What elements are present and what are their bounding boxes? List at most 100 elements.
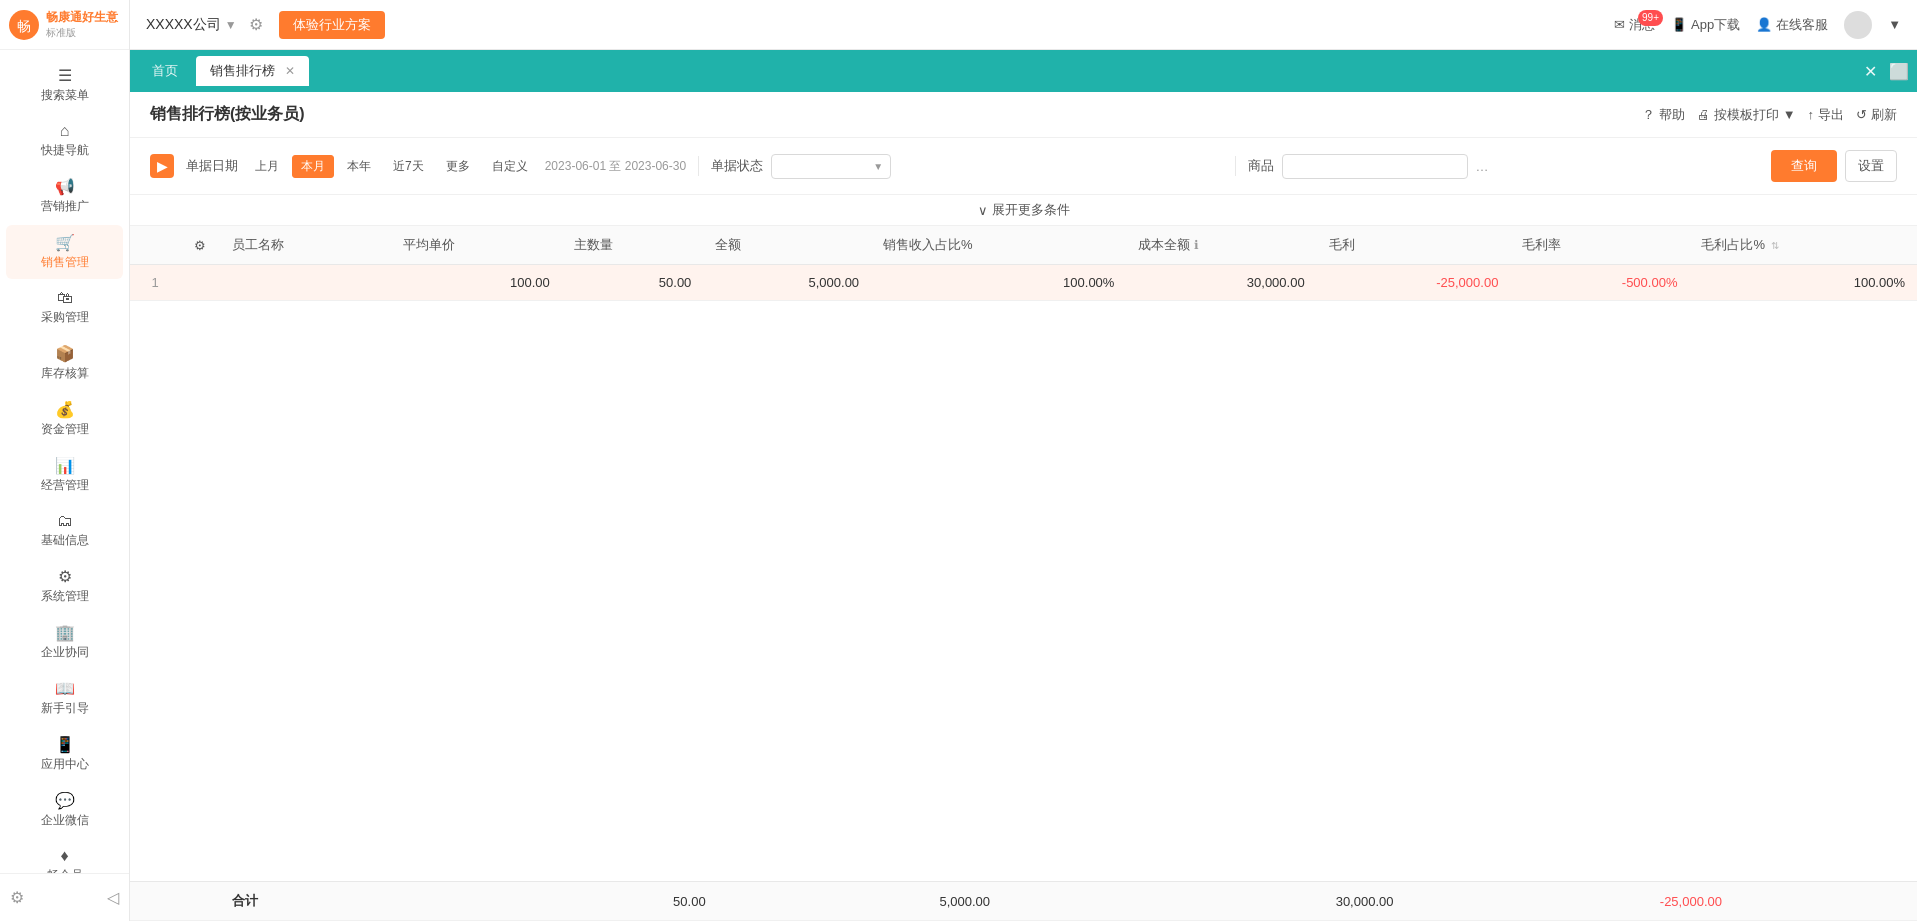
th-cost: 成本全额 ℹ: [1126, 226, 1316, 265]
sidebar-collapse-button[interactable]: ◁: [103, 884, 123, 911]
svg-text:畅: 畅: [17, 19, 31, 34]
guide-icon: 📖: [55, 679, 75, 698]
sidebar-item-enterprise[interactable]: 🏢 企业协同: [6, 615, 123, 669]
member-icon: ♦: [60, 847, 68, 865]
tab-expand-icon[interactable]: ⬜: [1889, 62, 1909, 81]
logo-main-text: 畅康通好生意: [46, 9, 118, 26]
goods-input[interactable]: [1282, 154, 1468, 179]
query-button[interactable]: 查询: [1771, 150, 1837, 182]
sidebar-item-finance[interactable]: 💰 资金管理: [6, 392, 123, 446]
basic-info-icon: 🗂: [57, 512, 73, 530]
company-dropdown-arrow: ▼: [225, 18, 237, 32]
gross-pct-sort-icon[interactable]: ⇅: [1771, 240, 1779, 251]
footer-row: 合计 50.00 5,000.00 30,000.00 -25,000.00: [130, 882, 1917, 921]
table-header-row: ⚙ 员工名称 平均单价 主数量 全额 销售收入占比% 成本全额 ℹ 毛利 毛利率…: [130, 226, 1917, 265]
tab-home[interactable]: 首页: [138, 56, 192, 86]
export-button[interactable]: ↑ 导出: [1808, 106, 1845, 124]
sidebar-bottom: ⚙ ◁: [0, 873, 129, 921]
online-service-button[interactable]: 👤 在线客服: [1756, 16, 1828, 34]
user-menu[interactable]: ▼: [1888, 17, 1901, 32]
date-custom-button[interactable]: 自定义: [483, 155, 537, 178]
expand-more-button[interactable]: ∨ 展开更多条件: [978, 201, 1070, 219]
refresh-button[interactable]: ↺ 刷新: [1856, 106, 1897, 124]
online-service-label: 在线客服: [1776, 16, 1828, 34]
date-this-month-button[interactable]: 本月: [292, 155, 334, 178]
main: XXXXX公司 ▼ ⚙ 体验行业方案 ✉ 消息 99+ 📱 App下载 👤 在线…: [130, 0, 1917, 921]
sidebar-item-marketing[interactable]: 📢 营销推广: [6, 169, 123, 223]
app-download-button[interactable]: 📱 App下载: [1671, 16, 1740, 34]
goods-filter-label: 商品: [1248, 157, 1274, 175]
th-amount: 全额: [703, 226, 871, 265]
print-dropdown-arrow: ▼: [1783, 107, 1796, 122]
sidebar-item-label: 企业微信: [41, 812, 89, 829]
sidebar-item-label: 系统管理: [41, 588, 89, 605]
help-icon: ？: [1642, 106, 1655, 124]
date-filter-group: 单据日期 上月 本月 本年 近7天 更多 自定义 2023-06-01 至 20…: [186, 155, 686, 178]
cost-help-icon[interactable]: ℹ: [1194, 238, 1199, 252]
sidebar-item-system[interactable]: ⚙ 系统管理: [6, 559, 123, 613]
th-rank: [130, 226, 180, 265]
footer-qty: 50.00: [502, 882, 718, 921]
sidebar-item-search[interactable]: ☰ 搜索菜单: [6, 58, 123, 112]
filter-collapse-button[interactable]: ▶: [150, 154, 174, 178]
sidebar-item-sales[interactable]: 🛒 销售管理: [6, 225, 123, 279]
td-qty: 50.00: [562, 265, 704, 301]
footer-gross-pct: [1825, 882, 1917, 921]
company-selector[interactable]: XXXXX公司 ▼: [146, 16, 237, 34]
goods-filter-group: 商品 …: [1248, 154, 1759, 179]
footer-avg-price: [411, 882, 502, 921]
sidebar-item-inventory[interactable]: 📦 库存核算: [6, 336, 123, 390]
operations-icon: 📊: [55, 456, 75, 475]
sidebar-item-guide[interactable]: 📖 新手引导: [6, 671, 123, 725]
date-range-display: 2023-06-01 至 2023-06-30: [545, 158, 686, 175]
date-filter-buttons: 上月 本月 本年 近7天 更多 自定义: [246, 155, 537, 178]
logo-icon: 畅: [8, 9, 40, 41]
inner-page: 销售排行榜(按业务员) ？ 帮助 🖨 按模板打印 ▼ ↑ 导出: [130, 92, 1917, 921]
sidebar-item-label: 营销推广: [41, 198, 89, 215]
sidebar-item-label: 搜索菜单: [41, 87, 89, 104]
footer-empty-1: [130, 882, 180, 921]
tab-sales-rank[interactable]: 销售排行榜 ✕: [196, 56, 309, 86]
header-settings-icon[interactable]: ⚙: [249, 15, 263, 34]
sidebar-item-member[interactable]: ♦ 畅会员: [6, 839, 123, 873]
help-button[interactable]: ？ 帮助: [1642, 106, 1685, 124]
footer-sales-pct: [1002, 882, 1093, 921]
date-more-button[interactable]: 更多: [437, 155, 479, 178]
sidebar-item-label: 基础信息: [41, 532, 89, 549]
date-this-year-button[interactable]: 本年: [338, 155, 380, 178]
footer-label: 合计: [220, 882, 411, 921]
footer-amount: 5,000.00: [718, 882, 1002, 921]
page-title-bar: 销售排行榜(按业务员) ？ 帮助 🖨 按模板打印 ▼ ↑ 导出: [130, 92, 1917, 138]
sidebar-item-app-center[interactable]: 📱 应用中心: [6, 727, 123, 781]
date-last-7days-button[interactable]: 近7天: [384, 155, 433, 178]
sidebar-item-wechat[interactable]: 💬 企业微信: [6, 783, 123, 837]
page-actions: ？ 帮助 🖨 按模板打印 ▼ ↑ 导出 ↺ 刷新: [1642, 106, 1897, 124]
td-rank: 1: [130, 265, 180, 301]
notification-button[interactable]: ✉ 消息 99+: [1614, 16, 1655, 34]
page-content: 销售排行榜(按业务员) ？ 帮助 🖨 按模板打印 ▼ ↑ 导出: [130, 92, 1917, 921]
avatar[interactable]: [1844, 11, 1872, 39]
tab-close-all-icon[interactable]: ✕: [1864, 62, 1877, 81]
sidebar-item-purchase[interactable]: 🛍 采购管理: [6, 281, 123, 334]
tab-close-icon[interactable]: ✕: [285, 64, 295, 78]
trial-button[interactable]: 体验行业方案: [279, 11, 385, 39]
sidebar-settings-button[interactable]: ⚙: [6, 884, 28, 911]
top-header-right: ✉ 消息 99+ 📱 App下载 👤 在线客服 ▼: [1614, 11, 1901, 39]
sidebar-logo: 畅 畅康通好生意 标准版: [0, 0, 129, 50]
td-amount: 5,000.00: [703, 265, 871, 301]
sidebar-item-label: 快捷导航: [41, 142, 89, 159]
sidebar-item-quick-nav[interactable]: ⌂ 快捷导航: [6, 114, 123, 167]
th-gear[interactable]: ⚙: [180, 226, 220, 265]
filter-settings-button[interactable]: 设置: [1845, 150, 1897, 182]
sidebar-item-basic-info[interactable]: 🗂 基础信息: [6, 504, 123, 557]
print-button[interactable]: 🖨 按模板打印 ▼: [1697, 106, 1796, 124]
status-select[interactable]: [771, 154, 891, 179]
goods-filter-more[interactable]: …: [1476, 159, 1489, 174]
status-select-wrapper: [771, 154, 891, 179]
print-icon: 🖨: [1697, 107, 1710, 122]
sidebar-nav: ☰ 搜索菜单 ⌂ 快捷导航 📢 营销推广 🛒 销售管理 🛍 采购管理 📦 库存核…: [0, 50, 129, 873]
td-gross-rate: -500.00%: [1510, 265, 1689, 301]
date-prev-month-button[interactable]: 上月: [246, 155, 288, 178]
sidebar-item-label: 应用中心: [41, 756, 89, 773]
sidebar-item-operations[interactable]: 📊 经营管理: [6, 448, 123, 502]
